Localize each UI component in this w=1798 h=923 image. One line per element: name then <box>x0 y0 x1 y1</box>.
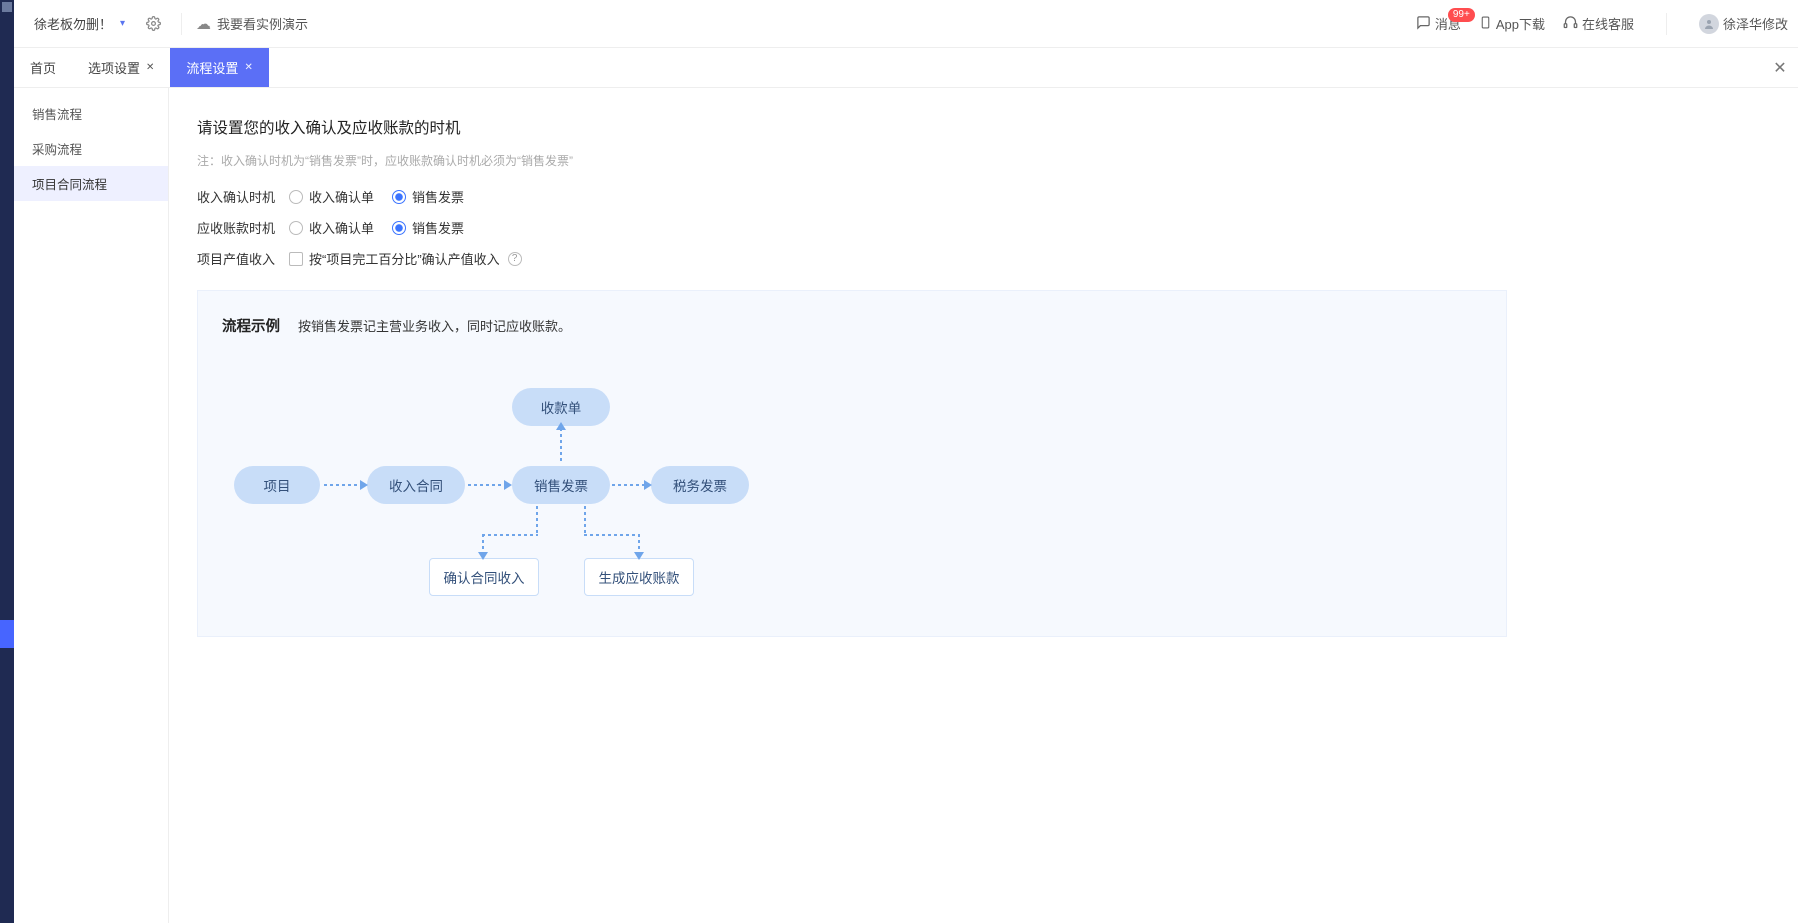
sidebar-item-label: 项目合同流程 <box>32 178 107 192</box>
left-sidebar: 销售流程 采购流程 项目合同流程 <box>14 88 169 923</box>
close-all-tabs-button[interactable]: ✕ <box>1766 54 1794 82</box>
close-icon[interactable]: ✕ <box>146 62 154 73</box>
flow-node-project: 项目 <box>234 466 320 504</box>
row-ar-timing: 应收账款时机 收入确认单 销售发票 <box>197 218 1798 237</box>
radio-label: 销售发票 <box>412 218 464 237</box>
checkbox-percent-complete[interactable]: 按“项目完工百分比”确认产值收入 ? <box>289 249 522 268</box>
flow-arrow <box>536 506 538 536</box>
radio-income-invoice[interactable]: 销售发票 <box>392 187 464 206</box>
radio-label: 销售发票 <box>412 187 464 206</box>
flow-arrow <box>324 484 360 486</box>
sidebar-item-label: 采购流程 <box>32 143 82 157</box>
checkbox-icon <box>289 252 303 266</box>
main-area: 请设置您的收入确认及应收账款的时机 注：收入确认时机为“销售发票”时，应收账款确… <box>169 88 1798 923</box>
radio-income-confirm[interactable]: 收入确认单 <box>289 187 374 206</box>
flow-node-income-contract: 收入合同 <box>367 466 465 504</box>
flow-arrow <box>468 484 504 486</box>
tab-strip: 首页 选项设置 ✕ 流程设置 ✕ ✕ <box>14 48 1798 88</box>
flow-node-receipt: 收款单 <box>512 388 610 426</box>
tab-options[interactable]: 选项设置 ✕ <box>72 48 170 87</box>
radio-icon <box>289 190 303 204</box>
radio-icon <box>392 221 406 235</box>
flow-arrow <box>584 534 640 536</box>
phone-icon <box>1479 15 1492 33</box>
flow-header: 流程示例 按销售发票记主营业务收入，同时记应收账款。 <box>222 315 1482 336</box>
messages-button[interactable]: 消息 99+ <box>1416 14 1461 33</box>
demo-link[interactable]: ☁ 我要看实例演示 <box>196 14 308 33</box>
flow-arrow <box>482 534 484 554</box>
arrow-head-icon <box>644 480 652 490</box>
sidebar-item-sales-flow[interactable]: 销售流程 <box>14 96 168 131</box>
flow-desc: 按销售发票记主营业务收入，同时记应收账款。 <box>298 316 571 335</box>
tab-label: 首页 <box>30 58 56 77</box>
demo-link-label: 我要看实例演示 <box>217 14 308 33</box>
left-nav-sliver <box>0 0 14 923</box>
radio-label: 收入确认单 <box>309 218 374 237</box>
headset-icon <box>1563 15 1578 33</box>
flow-node-confirm-income: 确认合同收入 <box>429 558 539 596</box>
sidebar-item-project-contract-flow[interactable]: 项目合同流程 <box>14 166 168 201</box>
support-label: 在线客服 <box>1582 14 1634 33</box>
tab-label: 流程设置 <box>186 58 238 77</box>
gear-icon[interactable] <box>139 10 167 38</box>
top-header: 徐老板勿删！ ▾ ☁ 我要看实例演示 消息 99+ App下载 在线客服 <box>14 0 1798 48</box>
arrow-head-icon <box>478 552 488 560</box>
flow-title: 流程示例 <box>222 315 280 336</box>
close-icon[interactable]: ✕ <box>244 62 252 73</box>
checkbox-label: 按“项目完工百分比”确认产值收入 <box>309 249 500 268</box>
flow-node-tax-invoice: 税务发票 <box>651 466 749 504</box>
row-income-timing: 收入确认时机 收入确认单 销售发票 <box>197 187 1798 206</box>
flow-canvas: 项目 收入合同 销售发票 税务发票 收款单 确认合同收入 生成应收账款 <box>214 366 974 596</box>
sliver-active-indicator <box>0 620 14 648</box>
page-body: 销售流程 采购流程 项目合同流程 请设置您的收入确认及应收账款的时机 注：收入确… <box>14 88 1798 923</box>
flow-arrow <box>584 506 586 536</box>
arrow-head-icon <box>634 552 644 560</box>
app-download-button[interactable]: App下载 <box>1479 14 1545 33</box>
sidebar-item-purchase-flow[interactable]: 采购流程 <box>14 131 168 166</box>
flow-arrow <box>638 534 640 554</box>
form-label: 应收账款时机 <box>197 218 289 237</box>
radio-ar-confirm[interactable]: 收入确认单 <box>289 218 374 237</box>
row-project-value: 项目产值收入 按“项目完工百分比”确认产值收入 ? <box>197 249 1798 268</box>
flow-arrow <box>560 428 562 464</box>
header-right: 消息 99+ App下载 在线客服 徐泽华修改 <box>1416 13 1788 35</box>
flow-node-gen-ar: 生成应收账款 <box>584 558 694 596</box>
user-name: 徐泽华修改 <box>1723 14 1788 33</box>
sidebar-item-label: 销售流程 <box>32 108 82 122</box>
form-label: 收入确认时机 <box>197 187 289 206</box>
support-button[interactable]: 在线客服 <box>1563 14 1634 33</box>
radio-ar-invoice[interactable]: 销售发票 <box>392 218 464 237</box>
chevron-down-icon: ▾ <box>120 18 125 29</box>
arrow-head-icon <box>556 422 566 430</box>
radio-label: 收入确认单 <box>309 187 374 206</box>
help-icon[interactable]: ? <box>508 252 522 266</box>
tab-home[interactable]: 首页 <box>14 48 72 87</box>
flow-panel: 流程示例 按销售发票记主营业务收入，同时记应收账款。 项目 收入合同 销售发票 … <box>197 290 1507 637</box>
arrow-head-icon <box>360 480 368 490</box>
page-title: 请设置您的收入确认及应收账款的时机 <box>197 116 1798 138</box>
app-download-label: App下载 <box>1496 14 1545 33</box>
messages-badge: 99+ <box>1448 8 1475 22</box>
radio-icon <box>392 190 406 204</box>
avatar-icon <box>1699 14 1719 34</box>
tab-process[interactable]: 流程设置 ✕ <box>170 48 268 87</box>
tab-label: 选项设置 <box>88 58 140 77</box>
flow-arrow <box>612 484 644 486</box>
flow-node-sales-invoice: 销售发票 <box>512 466 610 504</box>
message-icon <box>1416 15 1431 33</box>
org-name: 徐老板勿删！ <box>34 14 112 33</box>
sliver-logo <box>2 2 12 12</box>
cloud-icon: ☁ <box>196 15 211 33</box>
radio-icon <box>289 221 303 235</box>
divider <box>181 13 182 35</box>
page-note: 注：收入确认时机为“销售发票”时，应收账款确认时机必须为“销售发票” <box>197 152 1798 169</box>
divider <box>1666 13 1667 35</box>
org-selector[interactable]: 徐老板勿删！ ▾ <box>24 0 135 47</box>
arrow-head-icon <box>504 480 512 490</box>
form-label: 项目产值收入 <box>197 249 289 268</box>
user-menu[interactable]: 徐泽华修改 <box>1699 14 1788 34</box>
flow-arrow <box>482 534 538 536</box>
